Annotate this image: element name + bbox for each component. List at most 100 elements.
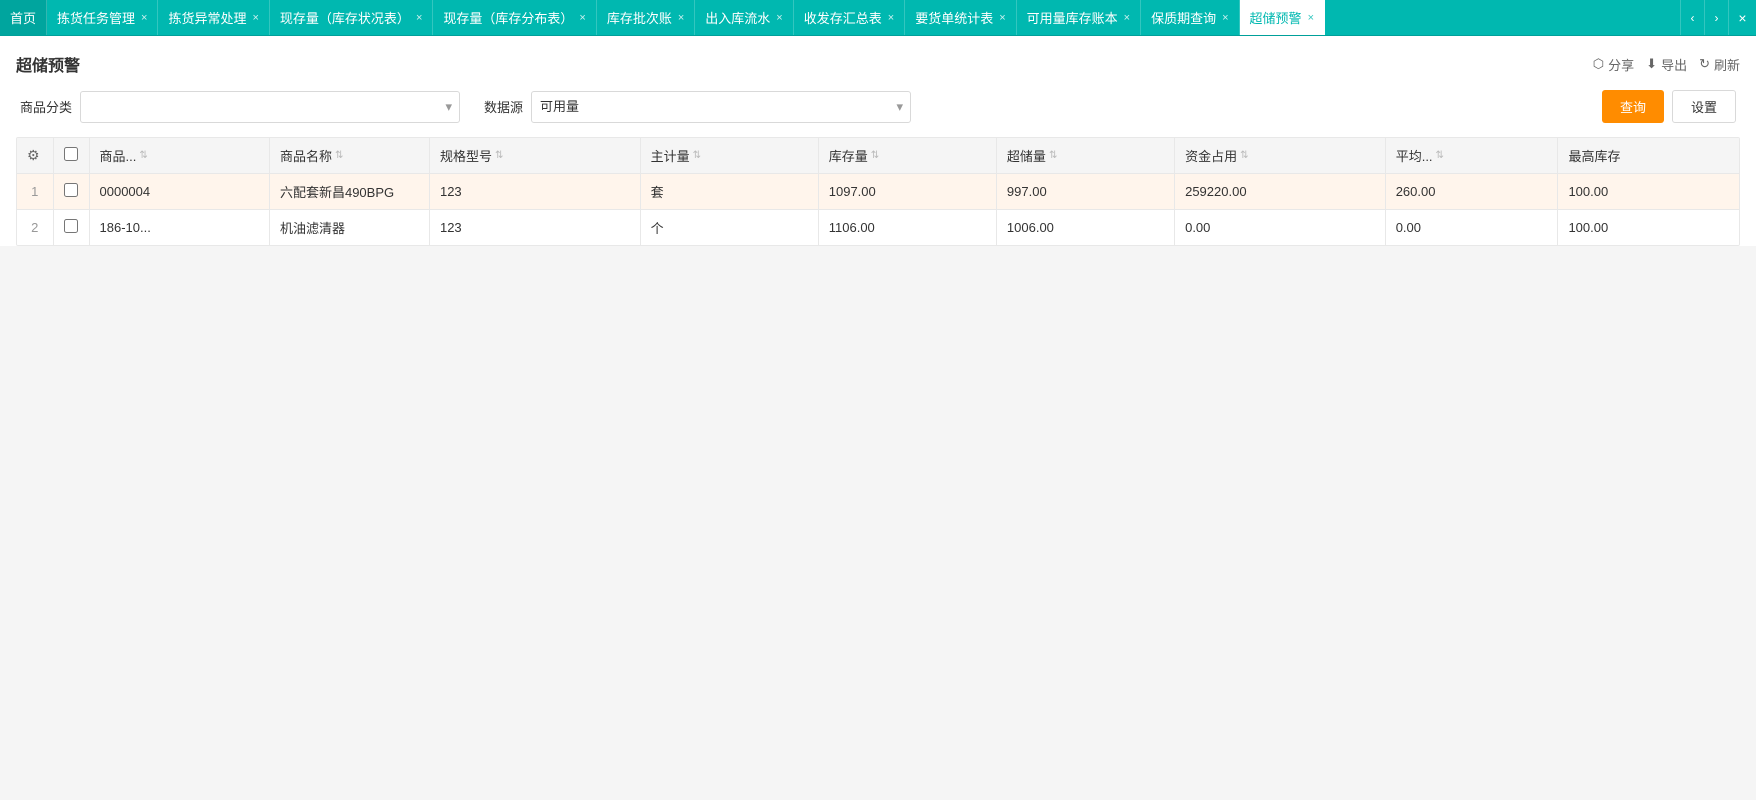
row-avg-0: 260.00 bbox=[1385, 174, 1558, 210]
nav-tab-overstock-warning-label: 超储预警 bbox=[1250, 8, 1302, 27]
th-avg-label: 平均... bbox=[1396, 146, 1433, 165]
row-checkbox-0[interactable] bbox=[64, 183, 78, 197]
nav-tab-collect-summary-close[interactable]: × bbox=[888, 12, 894, 24]
sort-inventory-icon[interactable]: ⇅ bbox=[871, 150, 879, 161]
nav-tab-quality-check[interactable]: 保质期查询 × bbox=[1141, 0, 1239, 36]
sort-spec-icon[interactable]: ⇅ bbox=[495, 150, 503, 161]
datasource-filter: 数据源 可用量 ▾ bbox=[484, 91, 911, 123]
th-capital: 资金占用 ⇅ bbox=[1175, 138, 1386, 174]
sort-product-name-icon[interactable]: ⇅ bbox=[335, 150, 343, 161]
nav-tab-inventory-status-label: 现存量（库存状况表） bbox=[280, 8, 410, 27]
row-unit-1: 个 bbox=[640, 210, 818, 246]
nav-tab-inventory-status[interactable]: 现存量（库存状况表） × bbox=[270, 0, 433, 36]
nav-tab-collect-summary[interactable]: 收发存汇总表 × bbox=[794, 0, 905, 36]
category-select-wrapper: ▾ bbox=[80, 91, 460, 123]
th-inventory-label: 库存量 bbox=[829, 146, 868, 165]
export-button[interactable]: ⬇ 导出 bbox=[1646, 55, 1687, 74]
row-checkbox-1[interactable] bbox=[64, 219, 78, 233]
row-product-name-1: 机油滤清器 bbox=[269, 210, 429, 246]
nav-arrow-right[interactable]: › bbox=[1704, 0, 1728, 36]
page-header: 超储预警 ⬡ 分享 ⬇ 导出 ↻ 刷新 bbox=[16, 52, 1740, 76]
th-max-stock: 最高库存 bbox=[1558, 138, 1739, 174]
th-product-code-label: 商品... bbox=[100, 146, 137, 165]
nav-close-all[interactable]: × bbox=[1728, 0, 1756, 36]
refresh-icon: ↻ bbox=[1699, 56, 1710, 72]
query-button[interactable]: 查询 bbox=[1602, 90, 1664, 123]
nav-tab-home-label: 首页 bbox=[10, 8, 36, 27]
th-unit: 主计量 ⇅ bbox=[640, 138, 818, 174]
nav-tab-inout-flow-close[interactable]: × bbox=[776, 12, 782, 24]
nav-arrow-left[interactable]: ‹ bbox=[1680, 0, 1704, 36]
nav-tab-inventory-dist-close[interactable]: × bbox=[579, 12, 585, 24]
row-product-name-0: 六配套新昌490BPG bbox=[269, 174, 429, 210]
nav-tab-inout-flow-label: 出入库流水 bbox=[705, 8, 770, 27]
share-icon: ⬡ bbox=[1593, 56, 1604, 72]
sort-capital-icon[interactable]: ⇅ bbox=[1240, 150, 1248, 161]
nav-tab-inout-flow[interactable]: 出入库流水 × bbox=[695, 0, 793, 36]
filter-row: 商品分类 ▾ 数据源 可用量 ▾ 查询 设置 bbox=[16, 90, 1740, 123]
nav-tab-batch-account-close[interactable]: × bbox=[678, 12, 684, 24]
nav-tab-order-stats[interactable]: 要货单统计表 × bbox=[905, 0, 1016, 36]
row-capital-1: 0.00 bbox=[1175, 210, 1386, 246]
share-button[interactable]: ⬡ 分享 bbox=[1593, 55, 1634, 74]
table-header-row: ⚙ 商品... ⇅ 商品名称 ⇅ bbox=[17, 138, 1739, 174]
datasource-select-wrapper: 可用量 ▾ bbox=[531, 91, 911, 123]
nav-tab-overstock-warning[interactable]: 超储预警 × bbox=[1240, 0, 1325, 36]
sort-unit-icon[interactable]: ⇅ bbox=[693, 150, 701, 161]
row-num-0: 1 bbox=[17, 174, 53, 210]
nav-tab-overstock-warning-close[interactable]: × bbox=[1308, 12, 1314, 24]
settings-button[interactable]: 设置 bbox=[1672, 90, 1736, 123]
th-spec: 规格型号 ⇅ bbox=[429, 138, 640, 174]
sort-product-code-icon[interactable]: ⇅ bbox=[139, 150, 147, 161]
datasource-select[interactable]: 可用量 bbox=[531, 91, 911, 123]
th-overstock: 超储量 ⇅ bbox=[996, 138, 1174, 174]
nav-tab-task-mgmt-close[interactable]: × bbox=[141, 12, 147, 24]
nav-tab-available-account-label: 可用量库存账本 bbox=[1027, 8, 1118, 27]
sort-overstock-icon[interactable]: ⇅ bbox=[1049, 150, 1057, 161]
nav-tab-abnormal[interactable]: 拣货异常处理 × bbox=[158, 0, 269, 36]
nav-tab-inventory-dist[interactable]: 现存量（库存分布表） × bbox=[433, 0, 596, 36]
th-overstock-label: 超储量 bbox=[1007, 146, 1046, 165]
th-product-name-label: 商品名称 bbox=[280, 146, 332, 165]
row-max-stock-0: 100.00 bbox=[1558, 174, 1739, 210]
row-inventory-0: 1097.00 bbox=[818, 174, 996, 210]
nav-tab-inventory-dist-label: 现存量（库存分布表） bbox=[443, 8, 573, 27]
table-row: 1 0000004 六配套新昌490BPG 123 套 1097.00 997.… bbox=[17, 174, 1739, 210]
export-icon: ⬇ bbox=[1646, 56, 1657, 72]
page-title: 超储预警 bbox=[16, 52, 80, 76]
row-num-1: 2 bbox=[17, 210, 53, 246]
refresh-button[interactable]: ↻ 刷新 bbox=[1699, 55, 1740, 74]
datasource-label: 数据源 bbox=[484, 97, 523, 116]
export-label: 导出 bbox=[1661, 55, 1687, 74]
nav-tab-quality-check-close[interactable]: × bbox=[1222, 12, 1228, 24]
row-overstock-1: 1006.00 bbox=[996, 210, 1174, 246]
nav-tab-quality-check-label: 保质期查询 bbox=[1151, 8, 1216, 27]
filter-actions: 查询 设置 bbox=[1602, 90, 1736, 123]
category-filter: 商品分类 ▾ bbox=[20, 91, 460, 123]
th-max-stock-label: 最高库存 bbox=[1568, 149, 1620, 164]
nav-tab-order-stats-close[interactable]: × bbox=[999, 12, 1005, 24]
row-spec-0: 123 bbox=[429, 174, 640, 210]
select-all-checkbox[interactable] bbox=[64, 147, 78, 161]
nav-tab-available-account[interactable]: 可用量库存账本 × bbox=[1017, 0, 1141, 36]
row-spec-1: 123 bbox=[429, 210, 640, 246]
nav-tab-home[interactable]: 首页 bbox=[0, 0, 47, 36]
settings-icon[interactable]: ⚙ bbox=[27, 147, 40, 163]
sort-avg-icon[interactable]: ⇅ bbox=[1436, 150, 1444, 161]
table-row: 2 186-10... 机油滤清器 123 个 1106.00 1006.00 … bbox=[17, 210, 1739, 246]
nav-tab-task-mgmt[interactable]: 拣货任务管理 × bbox=[47, 0, 158, 36]
category-select[interactable] bbox=[80, 91, 460, 123]
nav-tab-abnormal-close[interactable]: × bbox=[252, 12, 258, 24]
row-avg-1: 0.00 bbox=[1385, 210, 1558, 246]
th-unit-label: 主计量 bbox=[651, 146, 690, 165]
th-inventory: 库存量 ⇅ bbox=[818, 138, 996, 174]
nav-tab-inventory-status-close[interactable]: × bbox=[416, 12, 422, 24]
nav-tab-available-account-close[interactable]: × bbox=[1124, 12, 1130, 24]
th-product-name: 商品名称 ⇅ bbox=[269, 138, 429, 174]
th-spec-label: 规格型号 bbox=[440, 146, 492, 165]
row-max-stock-1: 100.00 bbox=[1558, 210, 1739, 246]
row-unit-0: 套 bbox=[640, 174, 818, 210]
refresh-label: 刷新 bbox=[1714, 55, 1740, 74]
category-label: 商品分类 bbox=[20, 97, 72, 116]
nav-tab-batch-account[interactable]: 库存批次账 × bbox=[597, 0, 695, 36]
